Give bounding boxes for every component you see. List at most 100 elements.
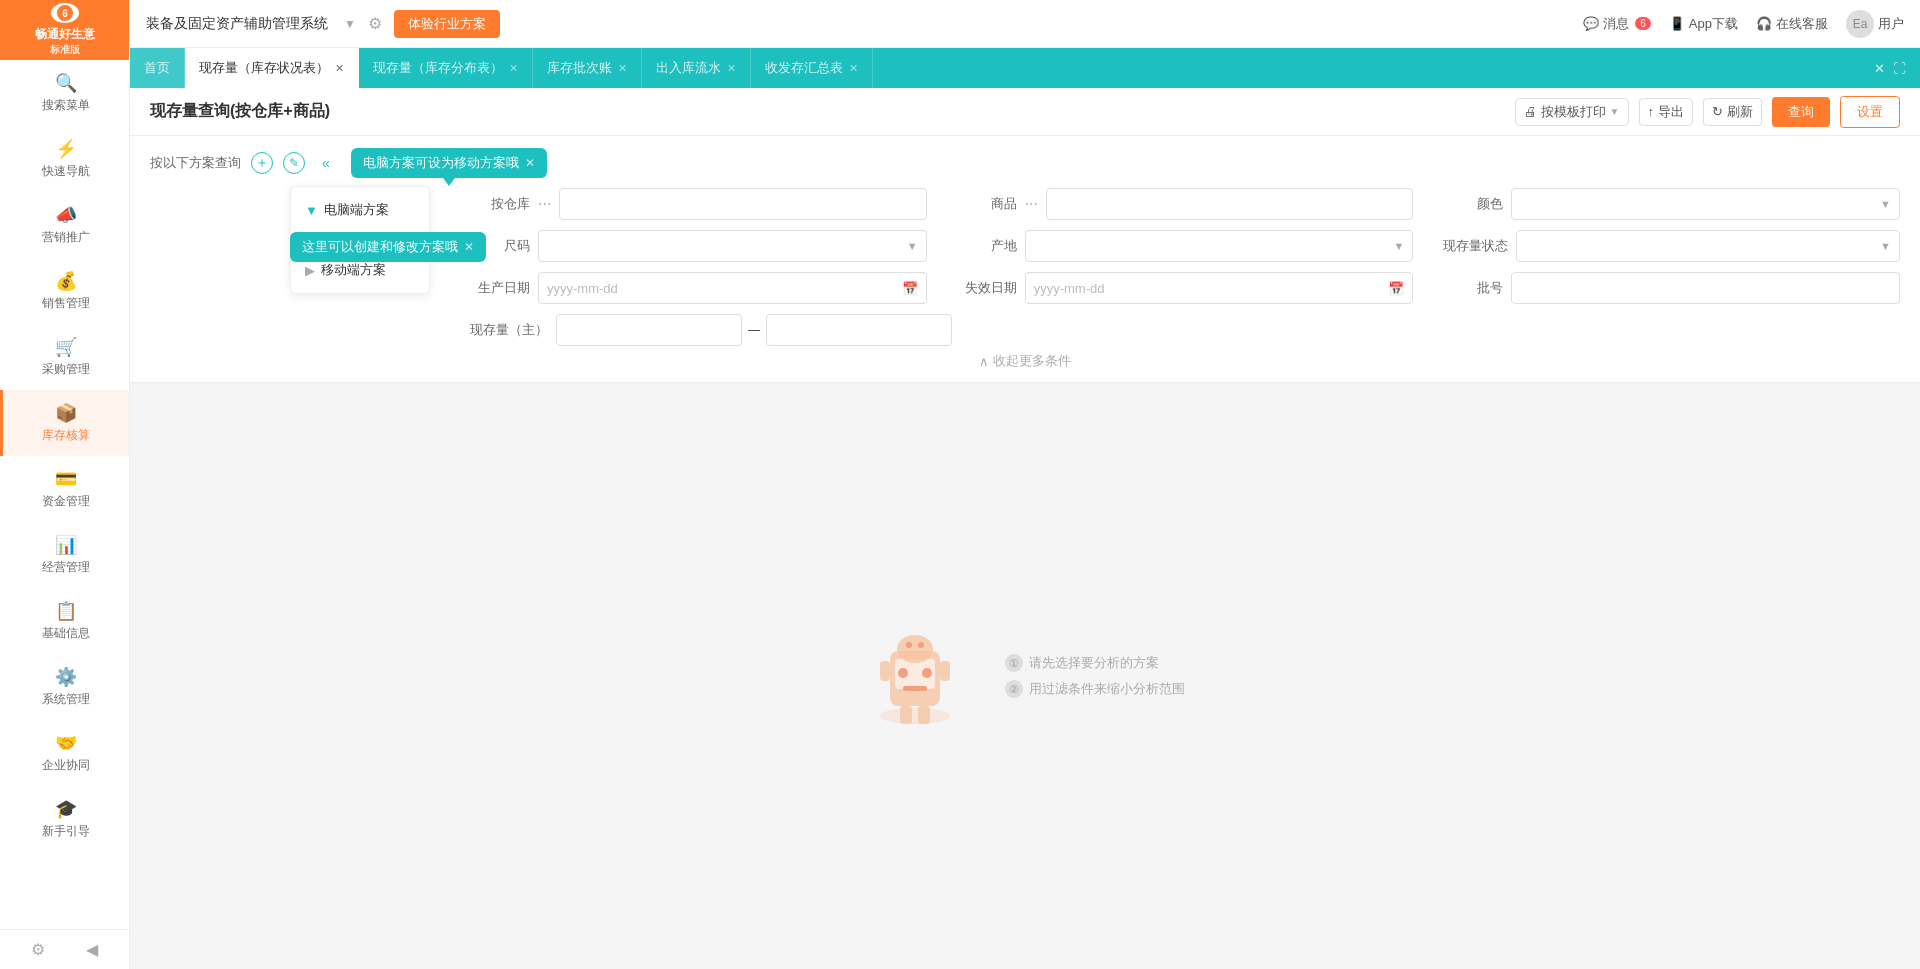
collapse-sidebar-icon[interactable]: ◀: [86, 940, 98, 959]
filter-warehouse-label: 按仓库: [470, 195, 530, 213]
arrow-right-icon: ▼: [305, 203, 318, 218]
lightning-icon: ⚡: [55, 138, 77, 160]
app-download-item[interactable]: 📱 App下载: [1669, 15, 1738, 33]
chevron-down-icon: ▼: [907, 240, 918, 252]
online-service-item[interactable]: 🎧 在线客服: [1756, 15, 1828, 33]
filter-add-button[interactable]: ＋: [251, 152, 273, 174]
filter-row-size: 尺码 ▼: [470, 230, 927, 262]
edition-label: 标准版: [50, 43, 80, 57]
arrow-right-icon: ▶: [305, 263, 315, 278]
topbar-gear-icon[interactable]: ⚙: [368, 14, 382, 33]
export-icon: ↑: [1648, 104, 1655, 119]
headset-icon: 🎧: [1756, 16, 1772, 31]
filter-row-exp-date: 失效日期 yyyy-mm-dd 📅: [957, 272, 1414, 304]
sidebar-item-marketing[interactable]: 📣 营销推广: [0, 192, 129, 258]
sidebar-item-label: 资金管理: [42, 493, 90, 510]
content-area: ① 请先选择要分析的方案 ② 用过滤条件来缩小分析范围: [130, 383, 1920, 969]
settings-bottom-icon[interactable]: ⚙: [31, 940, 45, 959]
collapse-bar[interactable]: ∧ 收起更多条件: [150, 346, 1900, 374]
svg-rect-7: [903, 686, 927, 691]
bell-icon: 💬: [1583, 16, 1599, 31]
sidebar-item-label: 采购管理: [42, 361, 90, 378]
hint1-text: 请先选择要分析的方案: [1029, 654, 1159, 672]
refresh-button[interactable]: ↻ 刷新: [1703, 98, 1762, 126]
sidebar-item-finance[interactable]: 💳 资金管理: [0, 456, 129, 522]
chevron-down-icon: ▼: [1610, 106, 1620, 117]
tab-delivery-summary[interactable]: 收发存汇总表 ✕: [751, 48, 873, 88]
sidebar-item-search-menu[interactable]: 🔍 搜索菜单: [0, 60, 129, 126]
tab-close-icon[interactable]: ✕: [727, 62, 736, 75]
tab-close-icon[interactable]: ✕: [849, 62, 858, 75]
filter-batch-input[interactable]: [1511, 272, 1900, 304]
filter-arrow-button[interactable]: «: [315, 152, 337, 174]
filter-batch-label: 批号: [1443, 279, 1503, 297]
filter-edit-button[interactable]: ✎: [283, 152, 305, 174]
filter-row-origin: 产地 ▼: [957, 230, 1414, 262]
tab-batch-ledger[interactable]: 库存批次账 ✕: [533, 48, 642, 88]
tab-home-label: 首页: [144, 59, 170, 77]
export-button[interactable]: ↑ 导出: [1639, 98, 1694, 126]
tab-inventory-dist[interactable]: 现存量（库存分布表） ✕: [359, 48, 533, 88]
sidebar-item-system[interactable]: ⚙️ 系统管理: [0, 654, 129, 720]
filter-row-warehouse: 按仓库 ···: [470, 188, 927, 220]
filter-color-select[interactable]: ▼: [1511, 188, 1900, 220]
filter-inv-status-select[interactable]: ▼: [1516, 230, 1900, 262]
tooltip-close-icon[interactable]: ✕: [525, 156, 535, 170]
sidebar-item-operations[interactable]: 📊 经营管理: [0, 522, 129, 588]
settings-button[interactable]: 设置: [1840, 96, 1900, 128]
calendar-icon[interactable]: 📅: [902, 281, 918, 296]
print-button[interactable]: 🖨 按模板打印 ▼: [1515, 98, 1629, 126]
user-item[interactable]: Ea 用户: [1846, 10, 1904, 38]
sidebar-item-cooperation[interactable]: 🤝 企业协同: [0, 720, 129, 786]
logo-icon: 6: [51, 3, 79, 23]
sidebar-item-label: 新手引导: [42, 823, 90, 840]
filter-color-label: 颜色: [1443, 195, 1503, 213]
chevron-down-icon: ▼: [1880, 198, 1891, 210]
tab-close-icon[interactable]: ✕: [509, 62, 518, 75]
calendar-icon[interactable]: 📅: [1388, 281, 1404, 296]
tab-close-icon[interactable]: ✕: [335, 62, 344, 75]
scheme-tree-item-desktop[interactable]: ▼ 电脑端方案: [291, 195, 429, 225]
tab-home[interactable]: 首页: [130, 48, 185, 88]
filter-size-select[interactable]: ▼: [538, 230, 927, 262]
sidebar-item-sales[interactable]: 💰 销售管理: [0, 258, 129, 324]
refresh-icon: ↻: [1712, 104, 1723, 119]
collapse-label: 收起更多条件: [993, 352, 1071, 370]
tooltip-scheme-close-icon[interactable]: ✕: [464, 240, 474, 254]
sidebar-item-tutorial[interactable]: 🎓 新手引导: [0, 786, 129, 852]
chart-icon: 📊: [55, 534, 77, 556]
close-all-icon[interactable]: ✕: [1874, 61, 1885, 76]
filter-origin-select[interactable]: ▼: [1025, 230, 1414, 262]
filter-goods-dots[interactable]: ···: [1025, 195, 1038, 213]
filter-prod-date-input[interactable]: yyyy-mm-dd 📅: [538, 272, 927, 304]
filter-row-goods: 商品 ···: [957, 188, 1414, 220]
sidebar-item-basic-info[interactable]: 📋 基础信息: [0, 588, 129, 654]
sidebar-item-quick-nav[interactable]: ⚡ 快速导航: [0, 126, 129, 192]
tab-close-icon[interactable]: ✕: [618, 62, 627, 75]
tooltip-scheme-create: 这里可以创建和修改方案哦 ✕: [290, 232, 486, 262]
app-download-label: App下载: [1689, 15, 1738, 33]
cart-icon: 🛒: [55, 336, 77, 358]
solution-button[interactable]: 体验行业方案: [394, 10, 500, 38]
query-button[interactable]: 查询: [1772, 97, 1830, 127]
sidebar-item-purchase[interactable]: 🛒 采购管理: [0, 324, 129, 390]
sidebar-item-label: 营销推广: [42, 229, 90, 246]
tab-inout-flow[interactable]: 出入库流水 ✕: [642, 48, 751, 88]
maximize-icon[interactable]: ⛶: [1893, 61, 1906, 76]
filter-inv-qty-max[interactable]: [766, 314, 952, 346]
filter-inv-qty-min[interactable]: [556, 314, 742, 346]
notice-item[interactable]: 💬 消息 6: [1583, 15, 1651, 33]
tooltip-arrow: [443, 178, 455, 186]
filter-exp-date-input[interactable]: yyyy-mm-dd 📅: [1025, 272, 1414, 304]
page-header: 现存量查询(按仓库+商品) 🖨 按模板打印 ▼ ↑ 导出 ↻ 刷新 查询 设置: [130, 88, 1920, 136]
sidebar-item-inventory[interactable]: 📦 库存核算: [0, 390, 129, 456]
system-name: 装备及固定资产辅助管理系统: [146, 15, 328, 33]
main-content: 装备及固定资产辅助管理系统 ▼ ⚙ 体验行业方案 💬 消息 6 📱 App下载 …: [130, 0, 1920, 969]
filter-inv-qty-label: 现存量（主）: [470, 321, 548, 339]
chevron-down-icon[interactable]: ▼: [344, 17, 356, 31]
tab-inventory-status[interactable]: 现存量（库存状况表） ✕: [185, 48, 359, 88]
topbar: 装备及固定资产辅助管理系统 ▼ ⚙ 体验行业方案 💬 消息 6 📱 App下载 …: [130, 0, 1920, 48]
handshake-icon: 🤝: [55, 732, 77, 754]
sidebar-item-label: 经营管理: [42, 559, 90, 576]
filter-warehouse-dots[interactable]: ···: [538, 195, 551, 213]
